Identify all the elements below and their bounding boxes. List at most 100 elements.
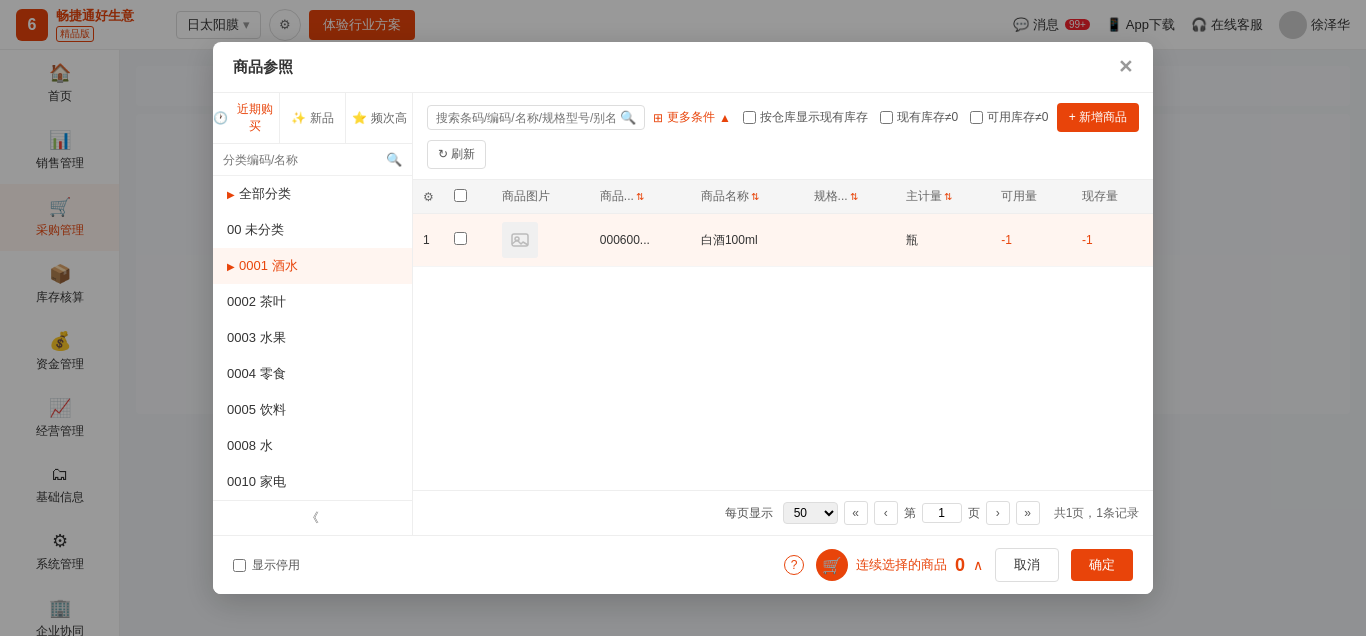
- check-available-stock-label: 可用库存≠0: [987, 109, 1048, 126]
- table-body: 1 000600... 白酒100ml: [413, 214, 1153, 267]
- cart-count: 0: [955, 555, 965, 576]
- arrow-all: ▶: [227, 189, 235, 200]
- cat-item-0003[interactable]: 0003 水果: [213, 320, 412, 356]
- cat-label-0002: 0002 茶叶: [227, 293, 286, 311]
- product-panel: 🔍 ⊞ 更多条件 ▲ 按仓库显示现有库存: [413, 93, 1153, 535]
- cat-item-0002[interactable]: 0002 茶叶: [213, 284, 412, 320]
- cancel-button[interactable]: 取消: [995, 548, 1059, 582]
- recent-icon: 🕐: [213, 111, 228, 125]
- category-search-input[interactable]: [223, 153, 380, 167]
- product-search-box: 🔍: [427, 105, 645, 130]
- collapse-cart-icon[interactable]: ∧: [973, 557, 983, 573]
- pagination: 每页显示 50 20 100 « ‹ 第 页 ›: [413, 490, 1153, 535]
- check-existing-stock-label: 现有库存≠0: [897, 109, 958, 126]
- tab-new[interactable]: ✨ 新品: [280, 93, 346, 143]
- cat-label-0008: 0008 水: [227, 437, 273, 455]
- tab-frequent[interactable]: ⭐ 频次高: [346, 93, 412, 143]
- cart-icon: 🛒: [816, 549, 848, 581]
- add-product-button[interactable]: + 新增商品: [1057, 103, 1139, 132]
- frequent-icon: ⭐: [352, 111, 367, 125]
- cell-available: -1: [991, 214, 1072, 267]
- col-checkbox-header[interactable]: [444, 180, 492, 214]
- cell-code: 000600...: [590, 214, 691, 267]
- more-filter-chevron: ▲: [719, 111, 731, 125]
- table-header: ⚙ 商品图片 商品...⇅ 商品名称⇅ 规格...⇅ 主计量⇅ 可用量 现存量: [413, 180, 1153, 214]
- page-number-input[interactable]: [922, 503, 962, 523]
- category-tabs: 🕐 近期购买 ✨ 新品 ⭐ 频次高: [213, 93, 412, 144]
- cat-label-0005: 0005 饮料: [227, 401, 286, 419]
- col-name-header[interactable]: 商品名称⇅: [691, 180, 804, 214]
- last-page-button[interactable]: »: [1016, 501, 1040, 525]
- cell-checkbox[interactable]: [444, 214, 492, 267]
- filter-icon: ⊞: [653, 111, 663, 125]
- check-by-warehouse[interactable]: 按仓库显示现有库存: [743, 109, 868, 126]
- tab-recent[interactable]: 🕐 近期购买: [213, 93, 279, 143]
- tab-recent-label: 近期购买: [232, 101, 279, 135]
- select-all-checkbox[interactable]: [454, 189, 467, 202]
- cat-item-0004[interactable]: 0004 零食: [213, 356, 412, 392]
- checkbox-by-warehouse[interactable]: [743, 111, 756, 124]
- show-disabled-check[interactable]: 显示停用: [233, 557, 300, 574]
- product-search-input[interactable]: [436, 111, 616, 125]
- checkbox-existing-stock[interactable]: [880, 111, 893, 124]
- more-filter-button[interactable]: ⊞ 更多条件 ▲: [653, 109, 731, 126]
- check-existing-stock[interactable]: 现有库存≠0: [880, 109, 958, 126]
- arrow-0001: ▶: [227, 261, 235, 272]
- col-spec-header[interactable]: 规格...⇅: [804, 180, 896, 214]
- cell-unit: 瓶: [896, 214, 991, 267]
- refresh-button[interactable]: ↻ 刷新: [427, 140, 486, 169]
- cell-name: 白酒100ml: [691, 214, 804, 267]
- main-layout: 🏠 首页 📊 销售管理 🛒 采购管理 📦 库存核算 💰 资金管理 📈 经营管理 …: [0, 50, 1366, 636]
- per-page-select[interactable]: 50 20 100: [783, 502, 838, 524]
- col-image-header: 商品图片: [492, 180, 590, 214]
- product-table: ⚙ 商品图片 商品...⇅ 商品名称⇅ 规格...⇅ 主计量⇅ 可用量 现存量: [413, 180, 1153, 267]
- cat-label-all: 全部分类: [239, 185, 291, 203]
- col-stock-header: 现存量: [1072, 180, 1153, 214]
- confirm-button[interactable]: 确定: [1071, 549, 1133, 581]
- table-row[interactable]: 1 000600... 白酒100ml: [413, 214, 1153, 267]
- cat-item-0005[interactable]: 0005 饮料: [213, 392, 412, 428]
- check-available-stock[interactable]: 可用库存≠0: [970, 109, 1048, 126]
- tab-frequent-label: 频次高: [371, 110, 407, 127]
- cart-area[interactable]: 🛒 连续选择的商品 0 ∧: [816, 549, 983, 581]
- cat-label-00: 00 未分类: [227, 221, 284, 239]
- collapse-left-icon: 《: [306, 509, 319, 527]
- checkbox-available-stock[interactable]: [970, 111, 983, 124]
- product-image: [502, 222, 538, 258]
- first-page-button[interactable]: «: [844, 501, 868, 525]
- show-disabled-label: 显示停用: [252, 557, 300, 574]
- tab-new-label: 新品: [310, 110, 334, 127]
- new-icon: ✨: [291, 111, 306, 125]
- check-by-warehouse-label: 按仓库显示现有库存: [760, 109, 868, 126]
- modal-overlay: 商品参照 ✕ 🕐 近期购买 ✨: [120, 50, 1366, 636]
- modal-header: 商品参照 ✕: [213, 50, 1153, 93]
- cat-item-00[interactable]: 00 未分类: [213, 212, 412, 248]
- search-icon[interactable]: 🔍: [620, 110, 636, 125]
- help-icon[interactable]: ?: [784, 555, 804, 575]
- cat-item-0001[interactable]: ▶ 0001 酒水: [213, 248, 412, 284]
- collapse-panel-button[interactable]: 《: [213, 500, 412, 535]
- modal-close-button[interactable]: ✕: [1118, 56, 1133, 78]
- col-code-header[interactable]: 商品...⇅: [590, 180, 691, 214]
- cat-label-0001: 0001 酒水: [239, 257, 298, 275]
- cat-label-0004: 0004 零食: [227, 365, 286, 383]
- table-header-row: ⚙ 商品图片 商品...⇅ 商品名称⇅ 规格...⇅ 主计量⇅ 可用量 现存量: [413, 180, 1153, 214]
- next-page-button[interactable]: ›: [986, 501, 1010, 525]
- category-search-icon[interactable]: 🔍: [386, 152, 402, 167]
- show-disabled-checkbox[interactable]: [233, 559, 246, 572]
- cell-image: [492, 214, 590, 267]
- cat-item-0010[interactable]: 0010 家电: [213, 464, 412, 500]
- cat-item-all[interactable]: ▶ 全部分类: [213, 176, 412, 212]
- col-settings[interactable]: ⚙: [413, 180, 444, 214]
- cat-label-0003: 0003 水果: [227, 329, 286, 347]
- filter-checkboxes: 按仓库显示现有库存 现有库存≠0 可用库存≠0: [743, 109, 1049, 126]
- modal-body: 🕐 近期购买 ✨ 新品 ⭐ 频次高: [213, 93, 1153, 535]
- page-label: 第: [904, 505, 916, 522]
- category-search: 🔍: [213, 144, 412, 176]
- col-unit-header[interactable]: 主计量⇅: [896, 180, 991, 214]
- cart-label: 连续选择的商品: [856, 556, 947, 574]
- prev-page-button[interactable]: ‹: [874, 501, 898, 525]
- cat-item-0008[interactable]: 0008 水: [213, 428, 412, 464]
- footer-actions: ? 🛒 连续选择的商品 0 ∧ 取消 确定: [784, 548, 1133, 582]
- row-checkbox[interactable]: [454, 232, 467, 245]
